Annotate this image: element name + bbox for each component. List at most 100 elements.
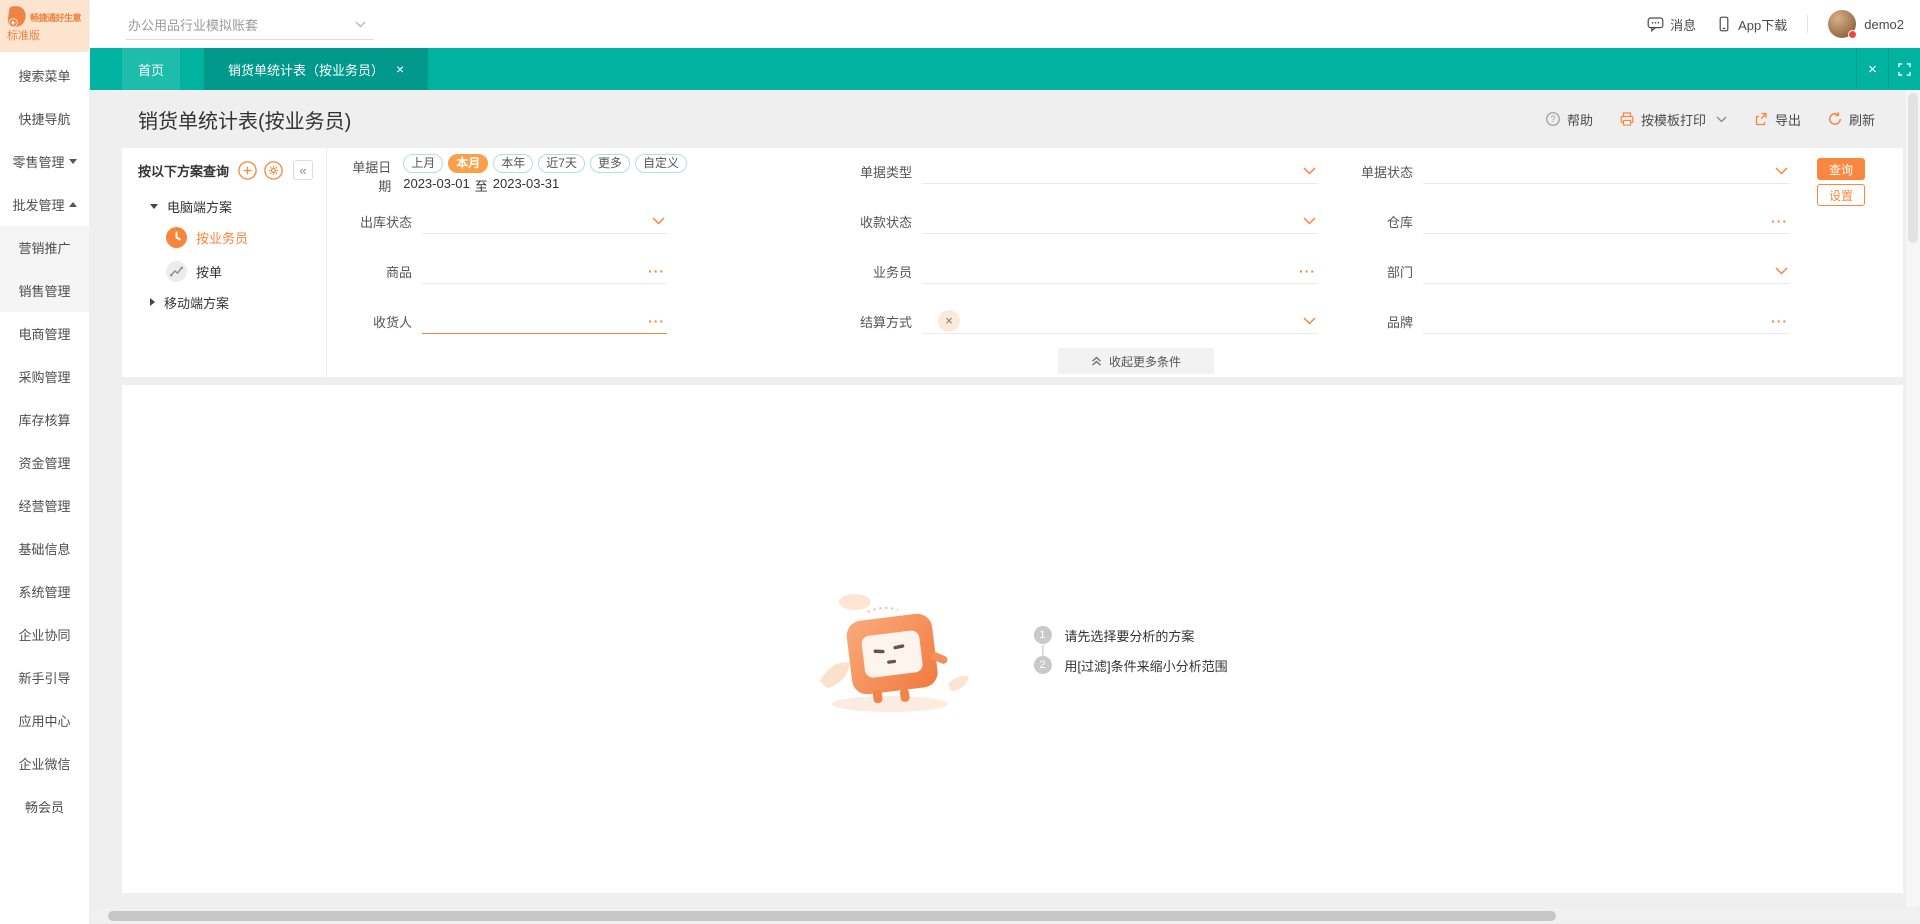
refresh-button[interactable]: 刷新: [1827, 110, 1875, 129]
sidebar-item-inventory-accounting[interactable]: 库存核算: [0, 398, 89, 441]
warehouse-input[interactable]: ···: [1423, 208, 1790, 234]
sidebar-item-funds-mgmt[interactable]: 资金管理: [0, 441, 89, 484]
sidebar-menu: 搜索菜单 快捷导航 零售管理 批发管理 营销推广 销售管理 电商管理 采购管理 …: [0, 52, 89, 828]
scheme-panel: 按以下方案查询 « 电脑端方案 按业务员 按单 移动端方案: [122, 148, 327, 377]
main-panel: 1 请先选择要分析的方案 2 用[过滤]条件来缩小分析范围: [122, 385, 1903, 893]
tab-sales-report[interactable]: 销货单统计表（按业务员） ×: [204, 48, 429, 90]
consignee-input[interactable]: ···: [422, 308, 667, 334]
date-preset-this-month[interactable]: 本月: [448, 154, 489, 173]
sidebar-item-beginner-guide[interactable]: 新手引导: [0, 656, 89, 699]
app: 畅捷通好生意 标准版 搜索菜单 快捷导航 零售管理 批发管理 营销推广 销售管理…: [0, 0, 1920, 924]
date-preset-last-month[interactable]: 上月: [403, 154, 444, 173]
product-input[interactable]: ···: [422, 258, 667, 284]
app-download-button[interactable]: App下载: [1716, 15, 1787, 34]
print-chevron-icon[interactable]: [1716, 116, 1727, 123]
sidebar-item-retail-mgmt[interactable]: 零售管理: [0, 140, 89, 183]
tabbar-controls: ×: [1856, 48, 1920, 90]
double-chevron-up-icon: [1091, 356, 1102, 367]
chevron-down-icon[interactable]: [652, 216, 665, 225]
print-button[interactable]: 按模板打印: [1619, 110, 1727, 129]
help-button[interactable]: ? 帮助: [1545, 110, 1593, 129]
sidebar-submenu-wholesale: 营销推广 销售管理: [0, 226, 89, 312]
brand-input[interactable]: ···: [1423, 308, 1790, 334]
collapse-panel-button[interactable]: «: [293, 160, 314, 180]
sidebar-item-quick-nav[interactable]: 快捷导航: [0, 97, 89, 140]
ellipsis-icon[interactable]: ···: [648, 264, 665, 278]
sidebar-item-enterprise-collab[interactable]: 企业协同: [0, 613, 89, 656]
sidebar-item-sales-mgmt[interactable]: 销售管理: [0, 269, 89, 312]
filter-field-consignee: 收货人 ···: [342, 306, 667, 336]
chevron-down-icon[interactable]: [1303, 166, 1316, 175]
date-range[interactable]: 2023-03-01 至 2023-03-31: [403, 176, 687, 195]
doc-status-input[interactable]: [1423, 158, 1790, 184]
tab-close-icon[interactable]: ×: [396, 62, 404, 76]
date-preset-more[interactable]: 更多: [589, 154, 630, 173]
step-connector: [1041, 644, 1044, 656]
date-preset-this-year[interactable]: 本年: [493, 154, 534, 173]
ellipsis-icon[interactable]: ···: [648, 314, 665, 328]
sidebar-item-purchase-mgmt[interactable]: 采购管理: [0, 355, 89, 398]
filter-field-payment-status: 收款状态: [822, 206, 1318, 236]
ellipsis-icon[interactable]: ···: [1771, 314, 1788, 328]
doc-type-input[interactable]: [922, 158, 1318, 184]
brand-logo[interactable]: 畅捷通好生意 标准版: [0, 0, 89, 52]
tab-home[interactable]: 首页: [122, 48, 181, 90]
close-icon: ×: [1868, 60, 1877, 78]
ellipsis-icon[interactable]: ···: [1299, 264, 1316, 278]
chevron-down-icon[interactable]: [1303, 316, 1316, 325]
step-1-number: 1: [1033, 626, 1052, 644]
empty-steps: 1 请先选择要分析的方案 2 用[过滤]条件来缩小分析范围: [1033, 626, 1228, 675]
caret-down-icon: [150, 203, 158, 209]
sidebar-item-system-mgmt[interactable]: 系统管理: [0, 570, 89, 613]
step-2-text: 用[过滤]条件来缩小分析范围: [1064, 658, 1228, 674]
sidebar-item-search-menu[interactable]: 搜索菜单: [0, 54, 89, 97]
filter-field-doc-date: 单据日期 上月 本月 本年 近7天 更多 自定义 2023-03-01 至 20…: [342, 154, 687, 195]
collapse-more-button[interactable]: 收起更多条件: [1058, 348, 1214, 374]
settlement-input[interactable]: ×: [922, 308, 1318, 334]
brand-edition: 标准版: [7, 30, 40, 42]
tab-bar: 首页 销货单统计表（按业务员） × ×: [90, 48, 1920, 90]
chevron-down-icon[interactable]: [1303, 216, 1316, 225]
chevron-down-icon[interactable]: [1775, 266, 1788, 275]
user-menu[interactable]: demo2: [1828, 10, 1904, 39]
settings-button[interactable]: 设置: [1817, 184, 1865, 206]
outbound-status-input[interactable]: [422, 208, 667, 234]
query-button[interactable]: 查询: [1817, 158, 1865, 180]
department-input[interactable]: [1423, 258, 1790, 284]
horizontal-scrollbar-thumb[interactable]: [108, 910, 1556, 921]
vertical-scrollbar-thumb[interactable]: [1908, 93, 1918, 243]
scheme-group-pc[interactable]: 电脑端方案: [150, 192, 326, 220]
payment-status-input[interactable]: [922, 208, 1318, 234]
filter-field-doc-type: 单据类型: [822, 156, 1318, 186]
sidebar-item-ecommerce-mgmt[interactable]: 电商管理: [0, 312, 89, 355]
sidebar-item-basic-info[interactable]: 基础信息: [0, 527, 89, 570]
sidebar-item-wholesale-mgmt[interactable]: 批发管理: [0, 183, 89, 226]
account-select[interactable]: 办公用品行业模拟账套: [126, 9, 374, 40]
filter-field-product: 商品 ···: [342, 256, 667, 286]
add-scheme-button[interactable]: [238, 160, 257, 180]
scheme-settings-button[interactable]: [264, 160, 283, 180]
top-header: 办公用品行业模拟账套 消息 App下载 demo2: [90, 0, 1920, 48]
title-actions: ? 帮助 按模板打印 导出 刷新: [1545, 110, 1875, 129]
fullscreen-button[interactable]: [1888, 48, 1920, 90]
date-preset-custom[interactable]: 自定义: [634, 154, 687, 173]
chevron-down-icon[interactable]: [1775, 166, 1788, 175]
sidebar-item-member[interactable]: 畅会员: [0, 785, 89, 828]
printer-icon: [1619, 111, 1635, 127]
scheme-group-mobile[interactable]: 移动端方案: [150, 288, 326, 316]
date-preset-last-7-days[interactable]: 近7天: [538, 154, 585, 173]
chart-icon: [166, 260, 187, 282]
ellipsis-icon[interactable]: ···: [1771, 214, 1788, 228]
scheme-item-by-salesman[interactable]: 按业务员: [150, 220, 326, 254]
sidebar-item-operations-mgmt[interactable]: 经营管理: [0, 484, 89, 527]
clear-icon[interactable]: ×: [938, 309, 960, 332]
sidebar-item-wechat-work[interactable]: 企业微信: [0, 742, 89, 785]
sidebar-item-app-center[interactable]: 应用中心: [0, 699, 89, 742]
step-2-number: 2: [1033, 656, 1052, 674]
scheme-item-by-order[interactable]: 按单: [150, 254, 326, 288]
messages-button[interactable]: 消息: [1647, 15, 1696, 34]
close-all-button[interactable]: ×: [1856, 48, 1888, 90]
sidebar-item-marketing[interactable]: 营销推广: [0, 226, 89, 269]
export-button[interactable]: 导出: [1753, 110, 1801, 129]
salesman-input[interactable]: ···: [922, 258, 1318, 284]
